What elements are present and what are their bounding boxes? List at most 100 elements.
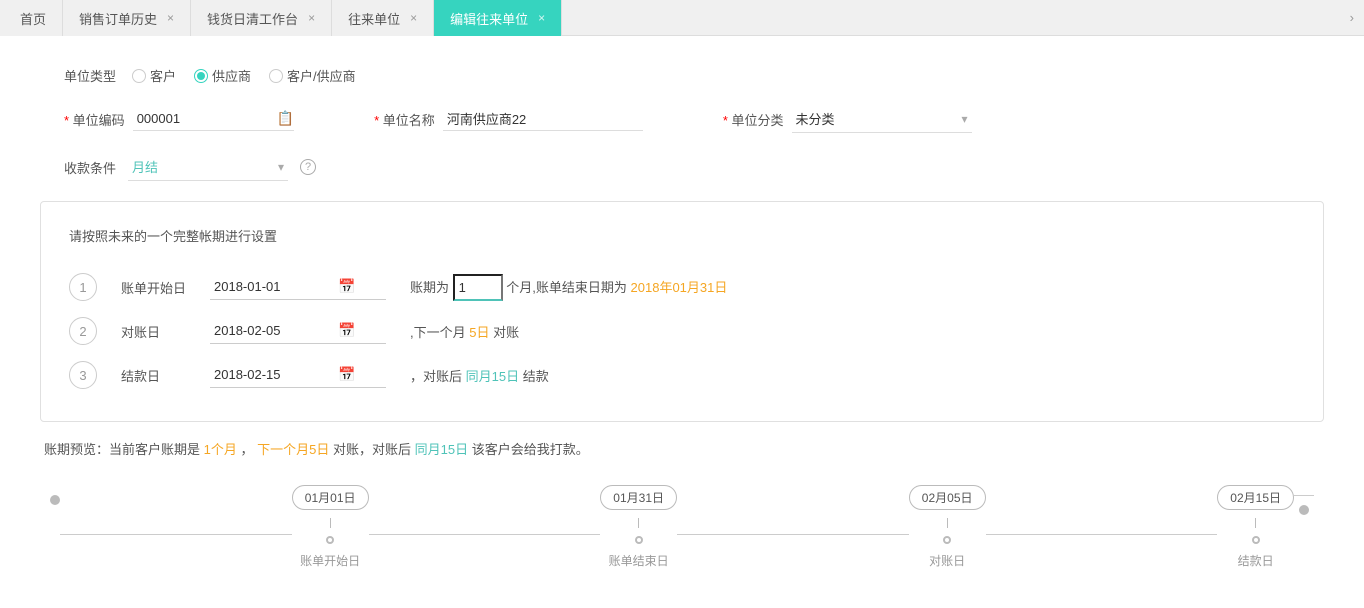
step-1-suffix: 个月,账单结束日期为 (506, 280, 627, 295)
settings-panel: 请按照未来的一个完整帐期进行设置 1 账单开始日 📅 (40, 201, 1324, 422)
step-3-highlight-day: 同月15日 (466, 369, 519, 384)
unit-code-copy-icon[interactable]: 📋 (277, 110, 294, 127)
main-content: 单位类型 客户 供应商 客户/供应商 单位编码 📋 单位 (0, 36, 1364, 608)
unit-category-label: 单位分类 (723, 110, 784, 129)
tab-edit-partner-close[interactable]: × (538, 11, 545, 25)
step-1-desc: 账期为 个月,账单结束日期为 2018年01月31日 (410, 280, 727, 295)
timeline-seg4: 02月15日 结款日 (986, 485, 1295, 569)
unit-code-input[interactable] (133, 107, 273, 130)
step-1-date-input: 📅 (210, 274, 386, 300)
timeline-label-2: 账单结束日 (609, 552, 669, 569)
timeline-date-1: 01月01日 (292, 485, 369, 510)
timeline-line-3 (677, 534, 909, 535)
step-1-month-input[interactable] (453, 274, 503, 301)
unit-category-select[interactable]: 未分类 ▾ (792, 105, 972, 133)
step-2-date-field[interactable] (214, 323, 334, 338)
radio-supplier-label: 供应商 (212, 66, 251, 85)
timeline-start-dot (50, 495, 60, 505)
unit-name-label: 单位名称 (374, 110, 435, 129)
timeline-end-dot (1299, 505, 1309, 515)
step-3-num: 3 (69, 361, 97, 389)
timeline-line-1 (60, 534, 292, 535)
step-3-row: 3 结款日 📅 ，对账后 同月15日 结款 (69, 353, 1295, 397)
radio-supplier-circle (194, 69, 208, 83)
payment-row: 收款条件 月结 ▾ ? (64, 153, 1324, 181)
radio-supplier[interactable]: 供应商 (194, 66, 251, 85)
tab-edit-partner-label: 编辑往来单位 (450, 9, 528, 28)
payment-select[interactable]: 月结 ▾ (128, 153, 288, 181)
timeline-node-4: 02月15日 结款日 (1217, 485, 1294, 569)
unit-type-label: 单位类型 (64, 66, 116, 85)
radio-customer-label: 客户 (150, 66, 176, 85)
timeline-label-4: 结款日 (1238, 552, 1274, 569)
step-2-row: 2 对账日 📅 ,下一个月 5日 对账 (69, 309, 1295, 353)
timeline-date-2: 01月31日 (600, 485, 677, 510)
preview-part3: 同月15日 (415, 442, 468, 457)
step-2-desc: ,下一个月 5日 对账 (410, 325, 519, 340)
tab-partners[interactable]: 往来单位 × (332, 0, 434, 36)
step-3-date-input: 📅 (210, 362, 386, 388)
timeline-seg1: 01月01日 账单开始日 (60, 485, 369, 569)
radio-both-label: 客户/供应商 (287, 66, 356, 85)
unit-info-row: 单位编码 📋 单位名称 单位分类 未分类 ▾ (64, 105, 1324, 133)
radio-customer[interactable]: 客户 (132, 66, 176, 85)
tab-sales-order-history-close[interactable]: × (167, 11, 174, 25)
step-2-date-input: 📅 (210, 318, 386, 344)
step-1-row: 1 账单开始日 📅 账期为 个月,账单结束日期为 201 (69, 265, 1295, 309)
step-1-date-field[interactable] (214, 279, 334, 294)
timeline-end (1294, 495, 1314, 515)
radio-both-circle (269, 69, 283, 83)
unit-code-label: 单位编码 (64, 110, 125, 129)
step-1-calendar-icon[interactable]: 📅 (338, 278, 355, 295)
step-3-calendar-icon[interactable]: 📅 (338, 366, 355, 383)
timeline-container: 01月01日 账单开始日 01月31日 账单结束日 (40, 485, 1324, 569)
step-3-date-field[interactable] (214, 367, 334, 382)
tab-sales-order-history[interactable]: 销售订单历史 × (63, 0, 191, 36)
step-3-desc: ，对账后 同月15日 结款 (410, 369, 549, 384)
unit-code-group: 单位编码 📋 (64, 107, 294, 131)
tab-home[interactable]: 首页 (0, 0, 63, 36)
step-3-label: 结款日 (121, 369, 160, 384)
preview-part1: 1个月 (204, 442, 237, 457)
timeline-label-1: 账单开始日 (300, 552, 360, 569)
timeline-seg2: 01月31日 账单结束日 (369, 485, 678, 569)
preview-suffix: 该客户会给我打款。 (472, 442, 589, 457)
payment-value: 月结 (132, 157, 270, 176)
radio-customer-circle (132, 69, 146, 83)
step-2-num: 2 (69, 317, 97, 345)
step-1-num: 1 (69, 273, 97, 301)
radio-both[interactable]: 客户/供应商 (269, 66, 356, 85)
unit-name-input[interactable] (443, 107, 643, 131)
timeline-label-3: 对账日 (929, 552, 965, 569)
unit-category-group: 单位分类 未分类 ▾ (723, 105, 972, 133)
step-1-highlight-date: 2018年01月31日 (631, 280, 728, 295)
timeline-seg3: 02月05日 对账日 (677, 485, 986, 569)
timeline-start (50, 495, 60, 505)
timeline-date-3: 02月05日 (909, 485, 986, 510)
tab-cash-work-label: 钱货日清工作台 (207, 9, 298, 28)
tab-partners-label: 往来单位 (348, 9, 400, 28)
unit-category-value: 未分类 (796, 109, 954, 128)
unit-type-row: 单位类型 客户 供应商 客户/供应商 (64, 66, 1324, 85)
tab-chevron-button[interactable]: › (1340, 0, 1364, 35)
tab-edit-partner[interactable]: 编辑往来单位 × (434, 0, 562, 36)
unit-code-input-wrapper: 📋 (133, 107, 294, 131)
step-2-label: 对账日 (121, 325, 160, 340)
payment-help-icon[interactable]: ? (300, 159, 316, 175)
preview-text: 账期预览：当前客户账期是 1个月 ， 下一个月5日 对账，对账后 同月15日 该… (44, 438, 1324, 461)
payment-arrow-icon: ▾ (278, 160, 284, 174)
timeline-node-2: 01月31日 账单结束日 (600, 485, 677, 569)
preview-part2: 下一个月5日 (257, 442, 329, 457)
step-2-calendar-icon[interactable]: 📅 (338, 322, 355, 339)
panel-title: 请按照未来的一个完整帐期进行设置 (69, 226, 1295, 245)
unit-type-radio-group: 客户 供应商 客户/供应商 (132, 66, 356, 85)
tab-partners-close[interactable]: × (410, 11, 417, 25)
tab-bar: 首页 销售订单历史 × 钱货日清工作台 × 往来单位 × 编辑往来单位 × › (0, 0, 1364, 36)
timeline-node-3: 02月05日 对账日 (909, 485, 986, 569)
timeline-node-1: 01月01日 账单开始日 (292, 485, 369, 569)
tab-sales-order-history-label: 销售订单历史 (79, 9, 157, 28)
tab-cash-work-close[interactable]: × (308, 11, 315, 25)
step-2-highlight-day: 5日 (469, 325, 489, 340)
tab-cash-work[interactable]: 钱货日清工作台 × (191, 0, 332, 36)
steps-table: 1 账单开始日 📅 账期为 个月,账单结束日期为 201 (69, 265, 1295, 397)
